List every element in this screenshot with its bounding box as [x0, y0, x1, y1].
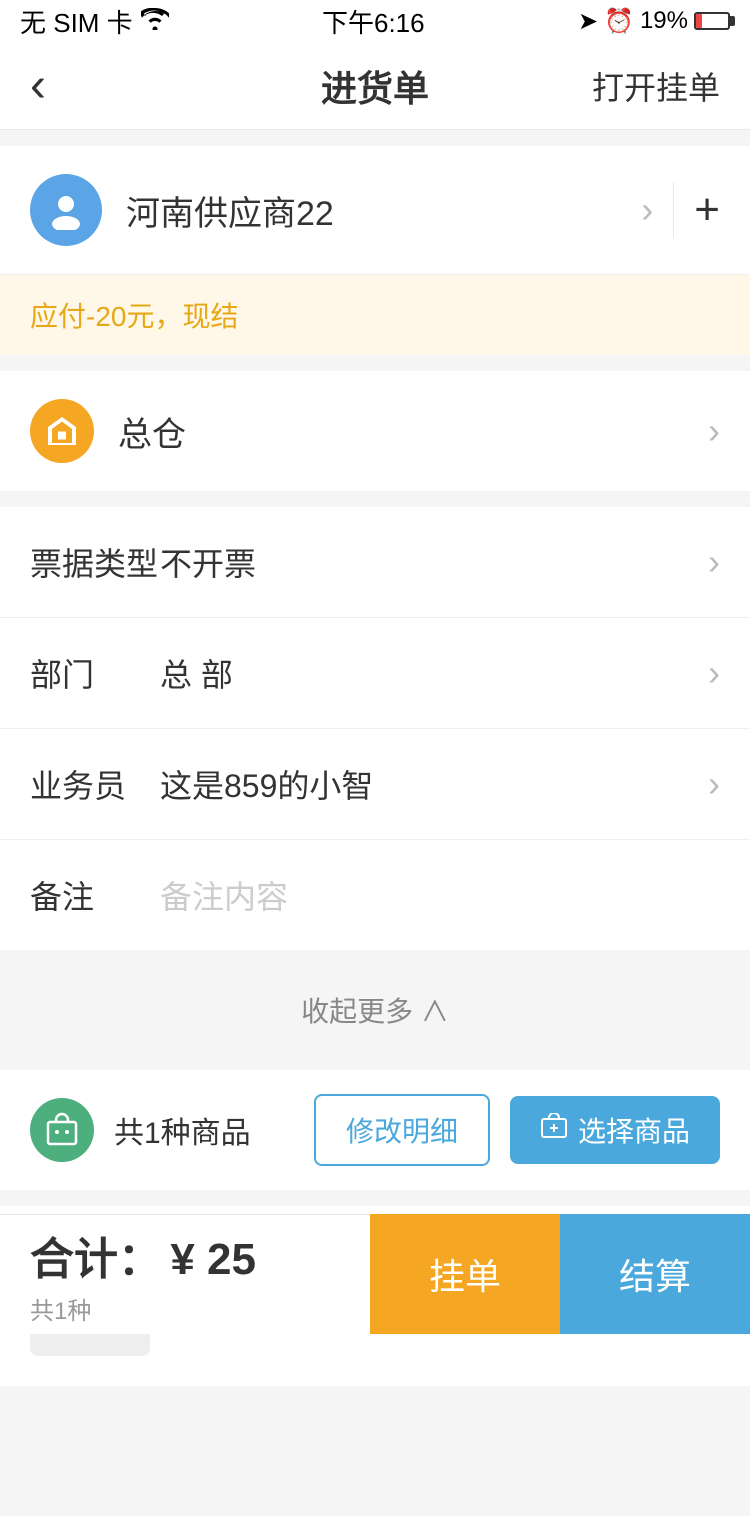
collapse-button[interactable]: 收起更多 ∧: [0, 966, 750, 1054]
status-left: 无 SIM 卡: [20, 3, 169, 40]
nav-bar: ‹ 进货单 打开挂单: [0, 42, 750, 130]
total-amount: ¥ 25: [170, 1235, 256, 1284]
department-label: 部门: [30, 650, 160, 696]
invoice-type-label: 票据类型: [30, 539, 160, 585]
department-chevron: ›: [708, 652, 720, 694]
footer-total-area: 合计： ¥ 25 共1种: [0, 1214, 370, 1334]
invoice-type-chevron: ›: [708, 541, 720, 583]
collapse-label: 收起更多 ∧: [301, 996, 449, 1027]
footer-total-amount: 合计： ¥ 25: [30, 1223, 340, 1287]
product-icon: [30, 1098, 94, 1162]
warehouse-icon: [30, 399, 94, 463]
total-label: 合计：: [30, 1235, 162, 1284]
battery-icon: [694, 12, 730, 30]
invoice-type-row[interactable]: 票据类型 不开票 ›: [0, 507, 750, 618]
battery-percent: 19%: [640, 7, 688, 35]
warehouse-chevron-icon: ›: [708, 410, 720, 452]
footer-spacer: [0, 1386, 750, 1516]
status-time: 下午6:16: [322, 3, 425, 40]
salesperson-row[interactable]: 业务员 这是859的小智 ›: [0, 729, 750, 840]
wifi-icon: [141, 6, 169, 37]
warehouse-name: 总仓: [118, 407, 708, 456]
footer-bar: 合计： ¥ 25 共1种 挂单 结算: [0, 1214, 750, 1334]
supplier-avatar: [30, 174, 102, 246]
salesperson-label: 业务员: [30, 761, 160, 807]
remark-row[interactable]: 备注 备注内容: [0, 840, 750, 950]
product-count-label: 共1种商品: [114, 1108, 294, 1152]
supplier-card: 河南供应商22 › + 应付-20元，现结: [0, 146, 750, 355]
status-right: ➤ ⏰ 19%: [578, 7, 730, 36]
status-bar: 无 SIM 卡 下午6:16 ➤ ⏰ 19%: [0, 0, 750, 42]
salesperson-value: 这是859的小智: [160, 761, 708, 807]
select-product-icon: [540, 1113, 568, 1148]
back-button[interactable]: ‹: [30, 58, 46, 113]
warehouse-row[interactable]: 总仓 ›: [0, 371, 750, 491]
supplier-notice: 应付-20元，现结: [0, 275, 750, 355]
page-title: 进货单: [321, 60, 429, 112]
settle-button[interactable]: 结算: [560, 1214, 750, 1334]
supplier-chevron-icon: ›: [641, 189, 653, 231]
pending-button[interactable]: 挂单: [370, 1214, 560, 1334]
form-card: 票据类型 不开票 › 部门 总 部 › 业务员 这是859的小智 › 备注 备注…: [0, 507, 750, 950]
invoice-type-value: 不开票: [160, 539, 708, 585]
add-supplier-button[interactable]: +: [694, 185, 720, 235]
open-pending-button[interactable]: 打开挂单: [592, 63, 720, 109]
select-product-button[interactable]: 选择商品: [510, 1096, 720, 1164]
warehouse-card: 总仓 ›: [0, 371, 750, 491]
supplier-name: 河南供应商22: [126, 186, 641, 235]
location-icon: ➤: [578, 7, 598, 36]
divider: [673, 182, 674, 238]
sim-signal-text: 无 SIM 卡: [20, 3, 133, 40]
salesperson-chevron: ›: [708, 763, 720, 805]
select-product-label: 选择商品: [578, 1110, 690, 1150]
footer-total-sub: 共1种: [30, 1291, 340, 1326]
remark-label: 备注: [30, 872, 160, 918]
supplier-row[interactable]: 河南供应商22 › +: [0, 146, 750, 275]
edit-detail-button[interactable]: 修改明细: [314, 1094, 490, 1166]
department-value: 总 部: [160, 650, 708, 696]
remark-placeholder: 备注内容: [160, 872, 720, 918]
collapse-card: 收起更多 ∧: [0, 966, 750, 1054]
department-row[interactable]: 部门 总 部 ›: [0, 618, 750, 729]
alarm-icon: ⏰: [604, 7, 634, 36]
product-header: 共1种商品 修改明细 选择商品: [0, 1070, 750, 1190]
